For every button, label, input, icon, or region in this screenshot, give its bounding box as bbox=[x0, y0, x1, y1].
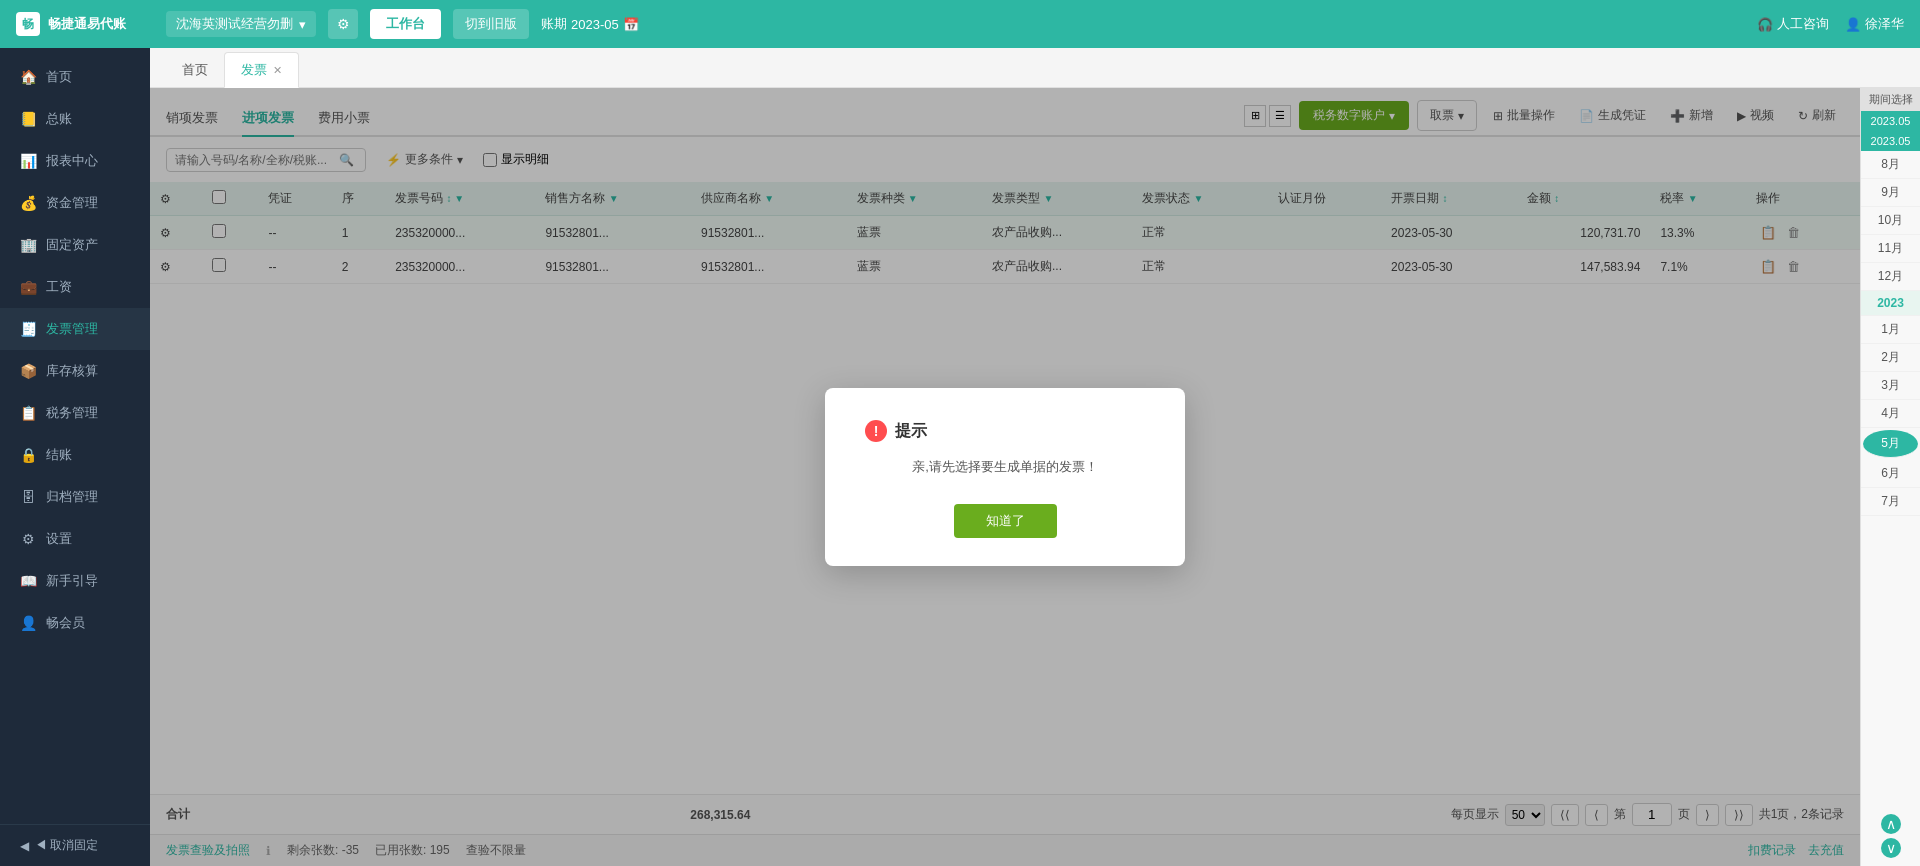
calendar-icon[interactable]: 📅 bbox=[623, 17, 639, 32]
period-panel: 期间选择 2023.05 2023.05 8月 9月 10月 11月 12月 2… bbox=[1860, 88, 1920, 866]
sidebar-item-inventory[interactable]: 📦 库存核算 bbox=[0, 350, 150, 392]
content-area: 销项发票 进项发票 费用小票 ⊞ ☰ 税务数字账户 ▾ bbox=[150, 88, 1860, 866]
member-icon: 👤 bbox=[20, 615, 36, 631]
sidebar-item-closing[interactable]: 🔒 结账 bbox=[0, 434, 150, 476]
topbar-right: 🎧 人工咨询 👤 徐泽华 bbox=[1757, 15, 1904, 33]
sidebar-item-label: 库存核算 bbox=[46, 362, 98, 380]
alert-dialog: ! 提示 亲,请先选择要生成单据的发票！ 知道了 bbox=[825, 388, 1185, 566]
period-panel-title: 期间选择 bbox=[1861, 88, 1920, 111]
assets-icon: 🏢 bbox=[20, 237, 36, 253]
period-month-6[interactable]: 6月 bbox=[1861, 460, 1920, 488]
user-avatar-icon: 👤 bbox=[1845, 17, 1861, 32]
funds-icon: 💰 bbox=[20, 195, 36, 211]
dialog-message: 亲,请先选择要生成单据的发票！ bbox=[912, 458, 1098, 476]
sidebar-collapse-btn[interactable]: ◀ ◀ 取消固定 bbox=[0, 824, 150, 866]
company-dropdown-icon: ▾ bbox=[299, 17, 306, 32]
tab-home-label: 首页 bbox=[182, 61, 208, 79]
sidebar-item-label: 工资 bbox=[46, 278, 72, 296]
company-name: 沈海英测试经营勿删 bbox=[176, 15, 293, 33]
app-name: 畅捷通易代账 bbox=[48, 15, 126, 33]
period-month-9[interactable]: 9月 bbox=[1861, 179, 1920, 207]
sidebar-nav: 🏠 首页 📒 总账 📊 报表中心 💰 资金管理 🏢 固定资产 💼 工资 🧾 发票… bbox=[0, 48, 150, 824]
period-month-11[interactable]: 11月 bbox=[1861, 235, 1920, 263]
settings-icon: ⚙ bbox=[20, 531, 36, 547]
tax-icon: 📋 bbox=[20, 405, 36, 421]
sidebar-item-funds[interactable]: 💰 资金管理 bbox=[0, 182, 150, 224]
service-btn[interactable]: 🎧 人工咨询 bbox=[1757, 15, 1829, 33]
service-icon: 🎧 bbox=[1757, 17, 1773, 32]
period-month-3[interactable]: 3月 bbox=[1861, 372, 1920, 400]
logo-icon: 畅 bbox=[16, 12, 40, 36]
sidebar-item-archive[interactable]: 🗄 归档管理 bbox=[0, 476, 150, 518]
period-year-2023: 2023 bbox=[1861, 291, 1920, 316]
sidebar-item-assets[interactable]: 🏢 固定资产 bbox=[0, 224, 150, 266]
app-logo: 畅 畅捷通易代账 bbox=[0, 0, 150, 48]
sidebar-item-label: 设置 bbox=[46, 530, 72, 548]
old-version-btn[interactable]: 切到旧版 bbox=[453, 9, 529, 39]
reports-icon: 📊 bbox=[20, 153, 36, 169]
sidebar: 畅 畅捷通易代账 🏠 首页 📒 总账 📊 报表中心 💰 资金管理 🏢 固定资产 … bbox=[0, 0, 150, 866]
archive-icon: 🗄 bbox=[20, 489, 36, 505]
period-month-7[interactable]: 7月 bbox=[1861, 488, 1920, 516]
sidebar-item-label: 总账 bbox=[46, 110, 72, 128]
company-selector[interactable]: 沈海英测试经营勿删 ▾ bbox=[166, 11, 316, 37]
topbar: 沈海英测试经营勿删 ▾ ⚙ 工作台 切到旧版 账期 2023-05 📅 🎧 人工… bbox=[150, 0, 1920, 48]
sidebar-item-label: 结账 bbox=[46, 446, 72, 464]
dialog-warning-icon: ! bbox=[865, 420, 887, 442]
sidebar-item-label: 发票管理 bbox=[46, 320, 98, 338]
home-icon: 🏠 bbox=[20, 69, 36, 85]
period-scroll-down[interactable]: ∨ bbox=[1881, 838, 1901, 858]
period-month-8[interactable]: 8月 bbox=[1861, 151, 1920, 179]
period-year-2022b: 2023.05 bbox=[1861, 131, 1920, 151]
tab-home[interactable]: 首页 bbox=[166, 53, 224, 87]
period-scroll-up[interactable]: ∧ bbox=[1881, 814, 1901, 834]
inventory-icon: 📦 bbox=[20, 363, 36, 379]
sidebar-item-tax[interactable]: 📋 税务管理 bbox=[0, 392, 150, 434]
period-month-5[interactable]: 5月 bbox=[1863, 430, 1918, 458]
sidebar-item-ledger[interactable]: 📒 总账 bbox=[0, 98, 150, 140]
sidebar-item-invoice[interactable]: 🧾 发票管理 bbox=[0, 308, 150, 350]
sidebar-item-label: 报表中心 bbox=[46, 152, 98, 170]
sidebar-item-member[interactable]: 👤 畅会员 bbox=[0, 602, 150, 644]
sidebar-item-settings[interactable]: ⚙ 设置 bbox=[0, 518, 150, 560]
period-month-4[interactable]: 4月 bbox=[1861, 400, 1920, 428]
period-year-2022: 2023.05 bbox=[1861, 111, 1920, 131]
sidebar-item-payroll[interactable]: 💼 工资 bbox=[0, 266, 150, 308]
sidebar-item-reports[interactable]: 📊 报表中心 bbox=[0, 140, 150, 182]
period-month-10[interactable]: 10月 bbox=[1861, 207, 1920, 235]
sidebar-item-guide[interactable]: 📖 新手引导 bbox=[0, 560, 150, 602]
tab-invoice[interactable]: 发票 ✕ bbox=[224, 52, 299, 88]
dialog-title: 提示 bbox=[895, 421, 927, 442]
sidebar-item-label: 归档管理 bbox=[46, 488, 98, 506]
period-month-12[interactable]: 12月 bbox=[1861, 263, 1920, 291]
sidebar-item-home[interactable]: 🏠 首页 bbox=[0, 56, 150, 98]
dialog-title-row: ! 提示 bbox=[865, 420, 927, 442]
company-settings-btn[interactable]: ⚙ bbox=[328, 9, 358, 39]
collapse-icon: ◀ bbox=[20, 839, 29, 853]
ledger-icon: 📒 bbox=[20, 111, 36, 127]
main-area: 沈海英测试经营勿删 ▾ ⚙ 工作台 切到旧版 账期 2023-05 📅 🎧 人工… bbox=[150, 0, 1920, 866]
tabbar: 首页 发票 ✕ bbox=[150, 48, 1920, 88]
settings-icon: ⚙ bbox=[337, 16, 350, 32]
guide-icon: 📖 bbox=[20, 573, 36, 589]
dialog-confirm-btn[interactable]: 知道了 bbox=[954, 504, 1057, 538]
period-month-2[interactable]: 2月 bbox=[1861, 344, 1920, 372]
closing-icon: 🔒 bbox=[20, 447, 36, 463]
sidebar-item-label: 畅会员 bbox=[46, 614, 85, 632]
period-month-1[interactable]: 1月 bbox=[1861, 316, 1920, 344]
payroll-icon: 💼 bbox=[20, 279, 36, 295]
period-display: 账期 2023-05 📅 bbox=[541, 15, 639, 33]
sidebar-item-label: 税务管理 bbox=[46, 404, 98, 422]
user-menu[interactable]: 👤 徐泽华 bbox=[1845, 15, 1904, 33]
dialog-overlay: ! 提示 亲,请先选择要生成单据的发票！ 知道了 bbox=[150, 88, 1860, 866]
tab-invoice-label: 发票 bbox=[241, 61, 267, 79]
invoice-icon: 🧾 bbox=[20, 321, 36, 337]
sidebar-item-label: 首页 bbox=[46, 68, 72, 86]
workspace-btn[interactable]: 工作台 bbox=[370, 9, 441, 39]
sidebar-item-label: 资金管理 bbox=[46, 194, 98, 212]
sidebar-item-label: 固定资产 bbox=[46, 236, 98, 254]
sidebar-item-label: 新手引导 bbox=[46, 572, 98, 590]
tab-invoice-close[interactable]: ✕ bbox=[273, 64, 282, 77]
